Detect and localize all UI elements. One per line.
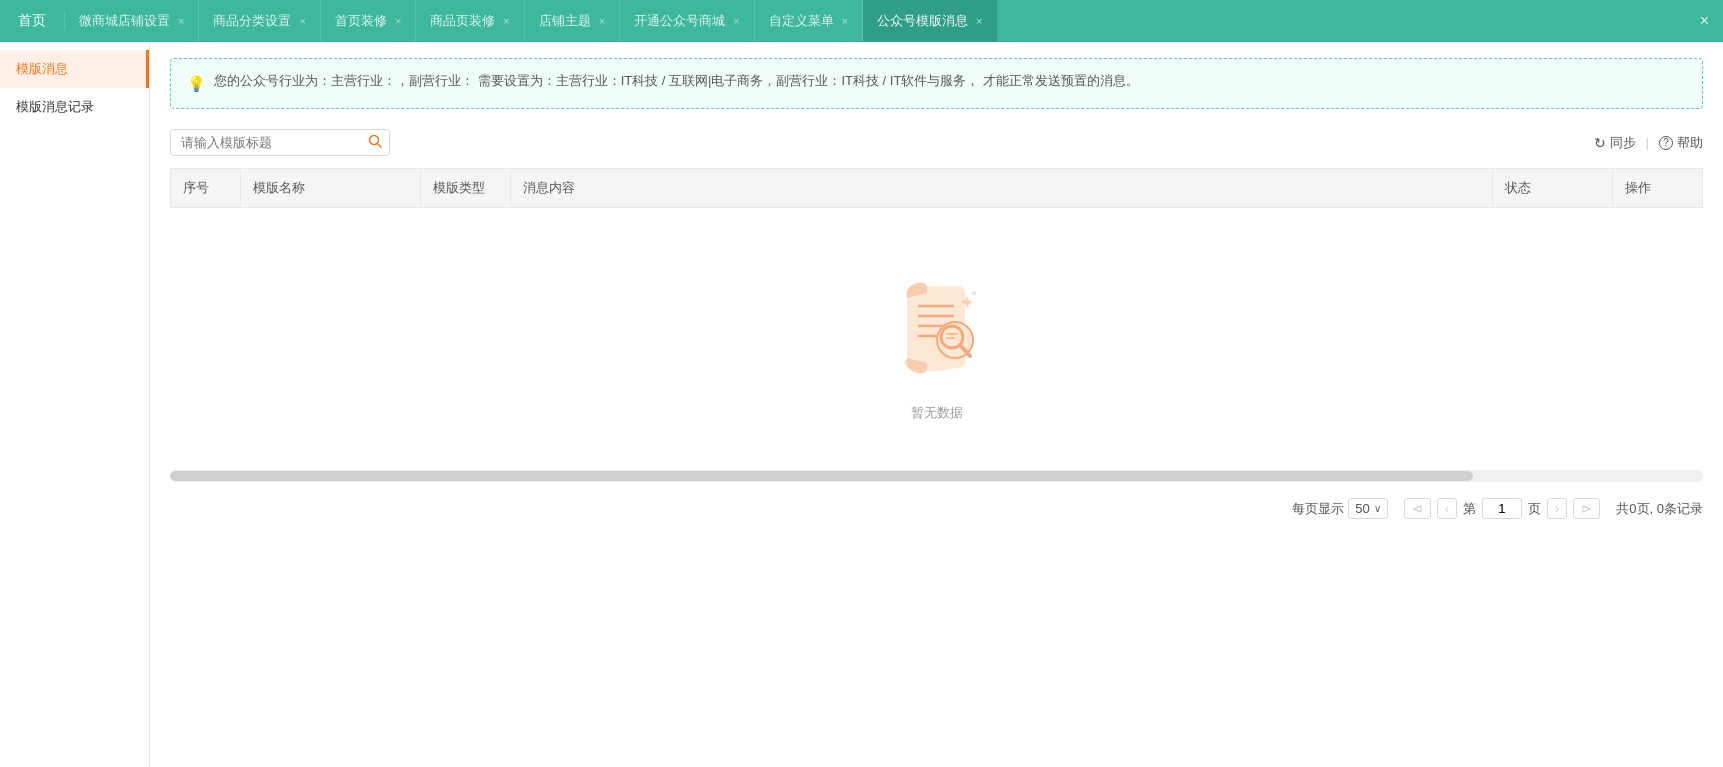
search-button[interactable]: [368, 134, 382, 151]
home-label: 首页: [18, 12, 46, 28]
nav-tab-theme[interactable]: 店铺主题 ×: [525, 0, 620, 42]
nav-tab-cat-label: 商品分类设置: [213, 12, 291, 30]
lightbulb-icon: 💡: [187, 72, 206, 96]
sidebar-item-label: 模版消息记录: [16, 99, 94, 114]
page-size-label: 每页显示: [1292, 500, 1344, 518]
svg-point-12: [972, 291, 976, 295]
nav-tab-theme-label: 店铺主题: [539, 12, 591, 30]
close-icon[interactable]: ×: [503, 15, 509, 27]
empty-state: 暂无数据: [171, 208, 1703, 462]
last-page-button[interactable]: ⊳: [1573, 498, 1600, 519]
sidebar: 模版消息 模版消息记录: [0, 42, 150, 767]
col-header-seq: 序号: [171, 169, 241, 208]
sidebar-item-template-log[interactable]: 模版消息记录: [0, 88, 149, 126]
top-nav: 首页 微商城店铺设置 × 商品分类设置 × 首页装修 × 商品页装修 × 店铺主…: [0, 0, 1723, 42]
search-input-wrap: [170, 129, 390, 156]
notice-highlight: 需要设置为：主营行业：IT科技 / 互联网|电子商务，副营行业：IT科技 / I…: [478, 73, 980, 88]
nav-tab-home[interactable]: 首页: [0, 12, 65, 30]
total-info: 共0页, 0条记录: [1616, 500, 1703, 518]
search-input[interactable]: [170, 129, 390, 156]
scrollbar[interactable]: [170, 470, 1703, 482]
prev-page-button[interactable]: ‹: [1437, 498, 1457, 519]
help-circle-icon: ?: [1659, 136, 1673, 150]
col-header-action: 操作: [1613, 169, 1703, 208]
help-label: 帮助: [1677, 134, 1703, 152]
help-button[interactable]: ? 帮助: [1659, 134, 1703, 152]
nav-tab-wsc-label: 微商城店铺设置: [79, 12, 170, 30]
pagination: 每页显示 50 ∨ ⊲ ‹ 第 页 › ⊳ 共0页, 0条记录: [170, 490, 1703, 527]
close-icon[interactable]: ×: [178, 15, 184, 27]
content-area: 💡 您的公众号行业为：主营行业：，副营行业： 需要设置为：主营行业：IT科技 /…: [150, 42, 1723, 767]
first-page-button[interactable]: ⊲: [1404, 498, 1431, 519]
next-page-button[interactable]: ›: [1547, 498, 1567, 519]
page-size-dropdown[interactable]: 50 ∨: [1348, 498, 1387, 519]
search-bar: ↻ 同步 | ? 帮助: [170, 129, 1703, 156]
data-table: 序号 模版名称 模版类型 消息内容 状态 操作: [170, 168, 1703, 462]
sync-label: 同步: [1610, 134, 1636, 152]
page-number-input[interactable]: [1482, 498, 1522, 519]
close-icon[interactable]: ×: [733, 15, 739, 27]
page-suffix: 页: [1528, 500, 1541, 518]
close-icon[interactable]: ×: [299, 15, 305, 27]
close-all-button[interactable]: ×: [1686, 12, 1723, 30]
search-right: ↻ 同步 | ? 帮助: [1594, 134, 1703, 152]
search-left: [170, 129, 390, 156]
main-layout: 模版消息 模版消息记录 💡 您的公众号行业为：主营行业：，副营行业： 需要设置为…: [0, 42, 1723, 767]
page-size-select: 每页显示 50 ∨: [1292, 498, 1387, 519]
nav-tab-prod-dec[interactable]: 商品页装修 ×: [416, 0, 524, 42]
empty-text: 暂无数据: [171, 404, 1703, 422]
sync-button[interactable]: ↻ 同步: [1594, 134, 1636, 152]
nav-tab-prod-dec-label: 商品页装修: [430, 12, 495, 30]
divider: |: [1646, 135, 1649, 150]
close-icon[interactable]: ×: [395, 15, 401, 27]
notice-text: 您的公众号行业为：主营行业：，副营行业： 需要设置为：主营行业：IT科技 / 互…: [214, 71, 1139, 92]
nav-tab-wsc[interactable]: 微商城店铺设置 ×: [65, 0, 199, 42]
page-prefix: 第: [1463, 500, 1476, 518]
col-header-content: 消息内容: [511, 169, 1493, 208]
nav-tab-home-dec[interactable]: 首页装修 ×: [321, 0, 416, 42]
col-header-type: 模版类型: [421, 169, 511, 208]
page-size-value: 50: [1355, 501, 1369, 516]
sync-icon: ↻: [1594, 135, 1606, 151]
sidebar-item-template-msg[interactable]: 模版消息: [0, 50, 149, 88]
nav-tab-template-label: 公众号模版消息: [877, 12, 968, 30]
nav-tab-menu-label: 自定义菜单: [769, 12, 834, 30]
close-icon[interactable]: ×: [976, 15, 982, 27]
nav-tab-mall[interactable]: 开通公众号商城 ×: [620, 0, 754, 42]
empty-illustration: [877, 268, 997, 388]
nav-tab-menu[interactable]: 自定义菜单 ×: [755, 0, 863, 42]
scrollbar-thumb: [170, 471, 1473, 481]
close-icon[interactable]: ×: [599, 15, 605, 27]
nav-tab-template[interactable]: 公众号模版消息 ×: [863, 0, 997, 42]
notice-box: 💡 您的公众号行业为：主营行业：，副营行业： 需要设置为：主营行业：IT科技 /…: [170, 58, 1703, 109]
sidebar-item-label: 模版消息: [16, 61, 68, 76]
col-header-name: 模版名称: [241, 169, 421, 208]
col-header-status: 状态: [1493, 169, 1613, 208]
close-icon[interactable]: ×: [842, 15, 848, 27]
nav-tab-home-dec-label: 首页装修: [335, 12, 387, 30]
nav-tab-cat[interactable]: 商品分类设置 ×: [199, 0, 320, 42]
nav-tab-mall-label: 开通公众号商城: [634, 12, 725, 30]
chevron-down-icon: ∨: [1374, 503, 1381, 514]
svg-line-1: [378, 144, 382, 148]
